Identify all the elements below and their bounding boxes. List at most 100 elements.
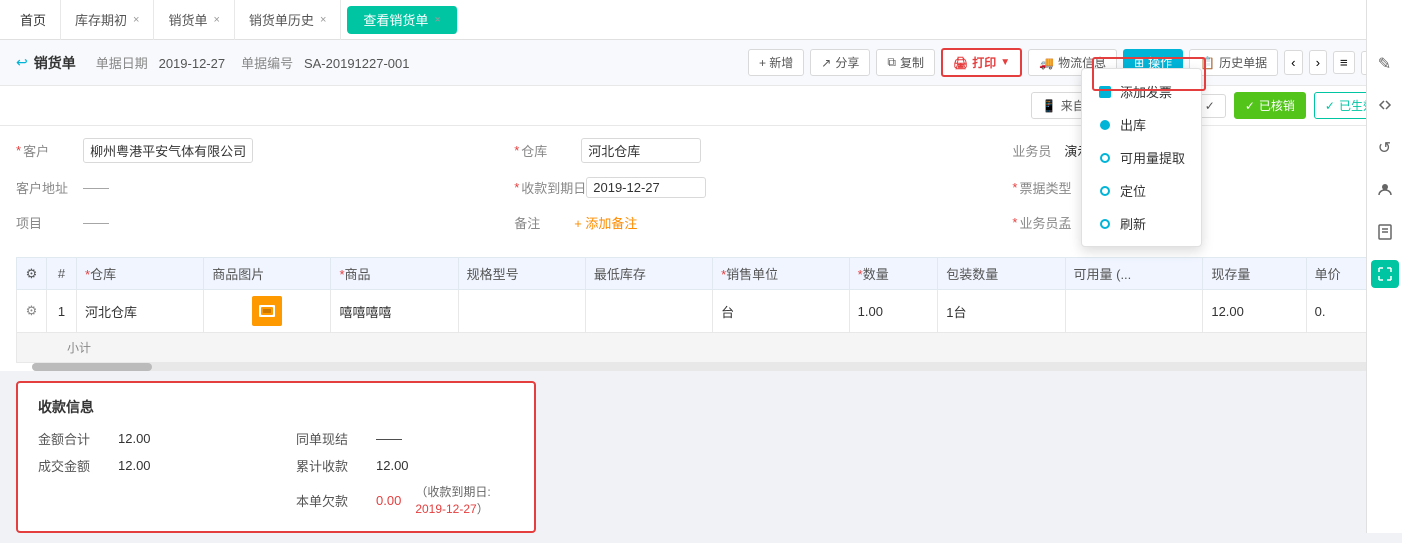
col-warehouse: *仓库 (77, 258, 204, 290)
new-button[interactable]: + 新增 (748, 49, 804, 76)
due-date-info: （收款到期日: 2019-12-27） (415, 483, 514, 517)
row-quantity: 1.00 (849, 290, 938, 333)
dropdown-outbound[interactable]: 出库 (1082, 108, 1201, 141)
warehouse-value[interactable]: 河北仓库 (581, 138, 701, 163)
print-button[interactable]: 🖨 打印 ▼ (941, 48, 1022, 77)
print-dropdown-icon: ▼ (1000, 57, 1010, 68)
row-unit: 台 (713, 290, 850, 333)
summary-grid: 金额合计 12.00 同单现结 —— 成交金额 12.00 累计收款 12.00… (38, 429, 514, 517)
total-amount-label: 金额合计 (38, 429, 108, 448)
col-spec: 规格型号 (458, 258, 585, 290)
tab-history-close[interactable]: × (320, 14, 326, 26)
same-order-settle-value: —— (376, 431, 402, 446)
tab-view-sales[interactable]: 查看销货单 × (347, 6, 457, 34)
row-pack-qty: 1台 (938, 290, 1065, 333)
total-amount-row: 金额合计 12.00 (38, 429, 256, 448)
product-table: ⚙ # *仓库 商品图片 *商品 规格型号 最低库存 *销售单位 *数量 包装数… (16, 257, 1386, 363)
total-amount-value: 12.00 (118, 431, 151, 446)
subtotal-row: 小计 (17, 333, 1386, 363)
dropdown-refresh[interactable]: 刷新 (1082, 207, 1201, 240)
tab-inventory-close[interactable]: × (133, 14, 139, 26)
copy-icon: ⧉ (887, 55, 896, 70)
share-button[interactable]: ↗ 分享 (810, 49, 870, 76)
doc-icon: ↩ (16, 54, 28, 71)
staff2-label: 业务员孟 (1019, 213, 1079, 232)
col-num: # (47, 258, 77, 290)
note-field: 备注 添加备注 (514, 213, 1012, 232)
history-button[interactable]: 📋 历史单据 (1189, 49, 1278, 76)
tab-sales-label: 销货单 (168, 10, 207, 29)
tab-bar: 首页 库存期初 × 销货单 × 销货单历史 × 查看销货单 × × (0, 0, 1402, 40)
add-invoice-icon (1098, 85, 1112, 99)
table-header-row: ⚙ # *仓库 商品图片 *商品 规格型号 最低库存 *销售单位 *数量 包装数… (17, 258, 1386, 290)
view-list-button[interactable]: ≡ (1333, 51, 1355, 74)
table-scrollbar[interactable] (32, 363, 1370, 371)
col-min-stock: 最低库存 (585, 258, 712, 290)
doc-number: 单据编号 SA-20191227-001 (241, 53, 409, 72)
already-cancelled-button[interactable]: ✓ 已核销 (1234, 92, 1306, 119)
print-label: 打印 (972, 54, 996, 71)
tab-sales[interactable]: 销货单 × (154, 0, 234, 40)
check2-icon: ✓ (1245, 99, 1255, 113)
tab-view-sales-close[interactable]: × (434, 14, 440, 26)
dropdown-add-invoice[interactable]: 添加发票 (1082, 75, 1201, 108)
history-icon: 📋 (1200, 56, 1215, 70)
doc-actions: + 新增 ↗ 分享 ⧉ 复制 🖨 打印 ▼ 🚚 物流信息 ⊞ 操作 📋 历史单据… (748, 48, 1386, 77)
summary-title: 收款信息 (38, 397, 514, 417)
row-product-img (204, 290, 331, 333)
arrears-row: 本单欠款 0.00 （收款到期日: 2019-12-27） (296, 483, 514, 517)
arrears-value: 0.00 (376, 493, 401, 508)
warehouse-label: 仓库 (521, 141, 581, 160)
tab-sales-close[interactable]: × (213, 14, 219, 26)
due-date-label: 收款到期日 (427, 485, 487, 499)
available-qty-icon (1098, 151, 1112, 165)
warehouse-field: * 仓库 河北仓库 (514, 138, 1012, 163)
already-cancelled-label: 已核销 (1259, 97, 1295, 114)
scrollbar-thumb[interactable] (32, 363, 152, 371)
sidebar-edit-icon[interactable]: ✎ (1371, 50, 1399, 78)
dropdown-available-qty[interactable]: 可用量提取 (1082, 141, 1201, 174)
sidebar-fullscreen-icon[interactable] (1371, 260, 1399, 288)
payment-date-field: * 收款到期日 2019-12-27 (514, 177, 1012, 198)
warehouse-required-mark: * (514, 143, 519, 158)
ticket-required-mark: * (1012, 180, 1017, 195)
payment-date-required-mark: * (514, 180, 519, 195)
dropdown-locate[interactable]: 定位 (1082, 174, 1201, 207)
history-label: 历史单据 (1219, 54, 1267, 71)
dropdown-menu: 添加发票 出库 可用量提取 定位 刷新 (1081, 68, 1202, 247)
phone-icon: 📱 (1042, 99, 1057, 113)
note-label: 备注 (514, 213, 574, 232)
table-row: ⚙ 1 河北仓库 嘻嘻嘻嘻 台 1.00 1台 12.00 (17, 290, 1386, 333)
sidebar-bookmark-icon[interactable] (1371, 218, 1399, 246)
sidebar-user-icon[interactable] (1371, 176, 1399, 204)
doc-date: 单据日期 2019-12-27 (96, 53, 225, 72)
tab-home-label: 首页 (20, 10, 46, 29)
same-order-settle-label: 同单现结 (296, 429, 366, 448)
locate-icon (1098, 184, 1112, 198)
customer-value[interactable]: 柳州粤港平安气体有限公司 (83, 138, 253, 163)
doc-number-label: 单据编号 (241, 56, 293, 71)
sidebar-rotate-icon[interactable]: ↺ (1371, 134, 1399, 162)
tab-history[interactable]: 销货单历史 × (235, 0, 341, 40)
table-scroll[interactable]: ⚙ # *仓库 商品图片 *商品 规格型号 最低库存 *销售单位 *数量 包装数… (16, 257, 1386, 363)
col-quantity: *数量 (849, 258, 938, 290)
col-available: 可用量 (... (1065, 258, 1203, 290)
outbound-label: 出库 (1120, 115, 1146, 134)
customer-required-mark: * (16, 143, 21, 158)
payment-date-value[interactable]: 2019-12-27 (586, 177, 706, 198)
tab-home[interactable]: 首页 (10, 0, 61, 40)
tab-inventory[interactable]: 库存期初 × (61, 0, 154, 40)
tab-view-sales-label: 查看销货单 (363, 10, 428, 29)
add-note-button[interactable]: 添加备注 (574, 213, 637, 232)
new-label: + 新增 (759, 54, 793, 71)
cumulative-row: 累计收款 12.00 (296, 456, 514, 475)
sidebar-link-icon[interactable] (1371, 92, 1399, 120)
nav-next-button[interactable]: › (1309, 50, 1327, 75)
copy-button[interactable]: ⧉ 复制 (876, 49, 935, 76)
locate-label: 定位 (1120, 181, 1146, 200)
table-area: ⚙ # *仓库 商品图片 *商品 规格型号 最低库存 *销售单位 *数量 包装数… (0, 257, 1402, 371)
tab-inventory-label: 库存期初 (75, 10, 127, 29)
nav-next-icon: › (1316, 55, 1320, 70)
nav-prev-button[interactable]: ‹ (1284, 50, 1302, 75)
refresh-icon (1098, 217, 1112, 231)
